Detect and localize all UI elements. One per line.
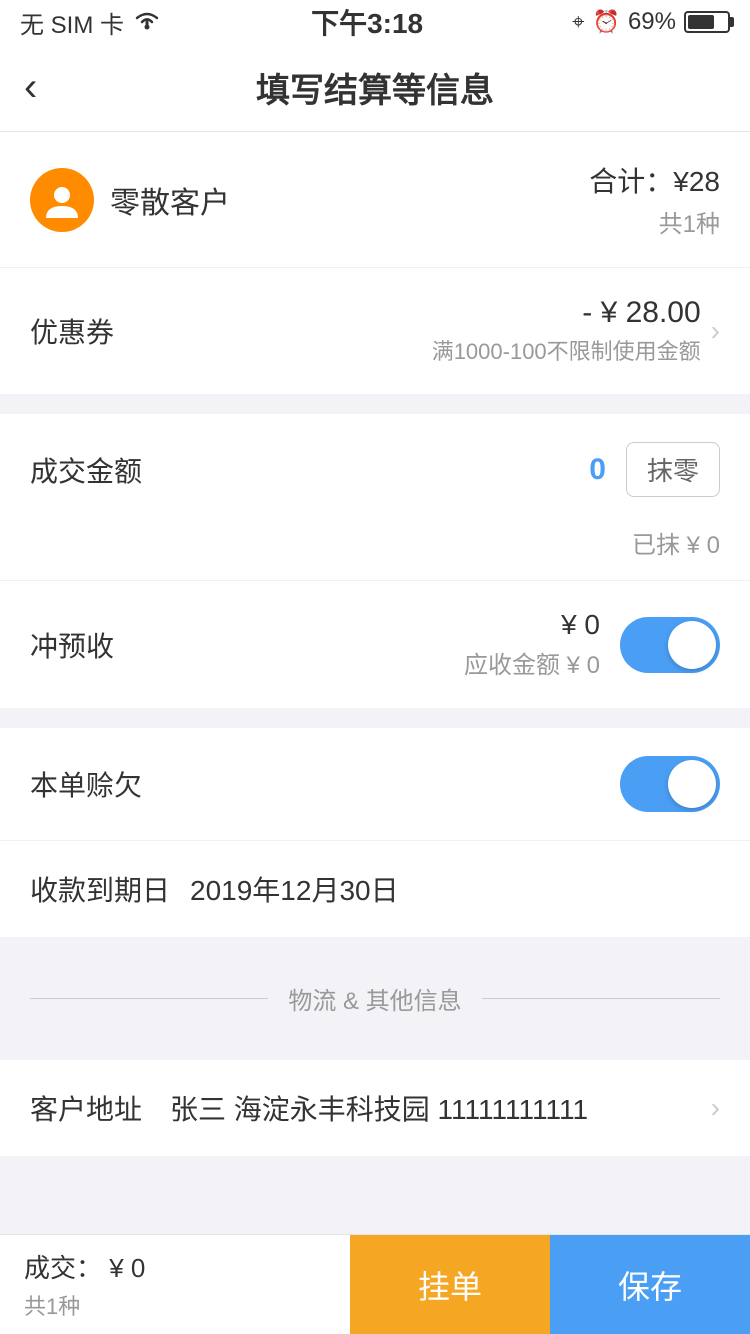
transaction-amount-row: 成交金额 0 抹零 xyxy=(0,414,750,525)
customer-right: 合计：¥28 共1种 xyxy=(589,160,720,239)
bottom-summary-count: 共1种 xyxy=(24,1289,326,1321)
due-date-value: 2019年12月30日 xyxy=(190,869,399,909)
round-off-button[interactable]: 抹零 xyxy=(626,442,720,497)
prepay-value-section: ¥ 0 应收金额 ¥ 0 xyxy=(464,609,600,680)
bottom-summary-amount: 成交： ¥ 0 xyxy=(24,1248,326,1285)
prepay-sub: 应收金额 ¥ 0 xyxy=(464,645,600,680)
transaction-sub: 已抹 ¥ 0 xyxy=(0,525,750,580)
nav-bar: ‹ 填写结算等信息 xyxy=(0,44,750,132)
due-date-row: 收款到期日 2019年12月30日 xyxy=(0,840,750,937)
prepay-label: 冲预收 xyxy=(30,625,114,665)
address-card: 客户地址 张三 海淀永丰科技园 11111111111 › xyxy=(0,1060,750,1156)
customer-count: 共1种 xyxy=(589,204,720,239)
logistics-text: 物流 & 其他信息 xyxy=(268,981,481,1016)
status-right: ⌖ ⏰ 69% xyxy=(572,8,730,36)
prepay-value: ¥ 0 xyxy=(464,609,600,641)
status-bar: 无 SIM 卡 下午3:18 ⌖ ⏰ 69% xyxy=(0,0,750,44)
coupon-value-section: - ¥ 28.00 满1000-100不限制使用金额 xyxy=(432,296,701,366)
customer-left: 零散客户 xyxy=(30,168,230,232)
coupon-row[interactable]: 优惠券 - ¥ 28.00 满1000-100不限制使用金额 › xyxy=(0,267,750,394)
prepay-row: 冲预收 ¥ 0 应收金额 ¥ 0 xyxy=(0,580,750,708)
content: 零散客户 合计：¥28 共1种 优惠券 - ¥ 28.00 满1000-100不… xyxy=(0,132,750,1296)
address-row[interactable]: 客户地址 张三 海淀永丰科技园 11111111111 › xyxy=(0,1060,750,1156)
back-button[interactable]: ‹ xyxy=(24,65,37,110)
coupon-chevron-icon: › xyxy=(711,315,720,347)
status-time: 下午3:18 xyxy=(311,2,423,42)
alarm-icon: ⏰ xyxy=(593,9,620,35)
transaction-right: 0 抹零 xyxy=(589,442,720,497)
address-label: 客户地址 xyxy=(30,1088,150,1128)
bottom-bar: 成交： ¥ 0 共1种 挂单 保存 xyxy=(0,1234,750,1334)
customer-row: 零散客户 合计：¥28 共1种 xyxy=(0,132,750,267)
address-chevron-icon: › xyxy=(711,1092,720,1124)
back-icon: ‹ xyxy=(24,65,37,109)
hold-button[interactable]: 挂单 xyxy=(350,1235,550,1334)
transaction-card: 成交金额 0 抹零 已抹 ¥ 0 冲预收 ¥ 0 应收金额 ¥ 0 xyxy=(0,414,750,708)
battery-percent: 69% xyxy=(628,8,676,36)
coupon-label: 优惠券 xyxy=(30,311,114,351)
wifi-icon xyxy=(132,8,162,37)
debt-row: 本单赊欠 xyxy=(0,728,750,840)
location-icon: ⌖ xyxy=(572,9,584,35)
address-value: 张三 海淀永丰科技园 11111111111 xyxy=(150,1088,711,1128)
debt-card: 本单赊欠 收款到期日 2019年12月30日 xyxy=(0,728,750,937)
logistics-line-left xyxy=(30,998,268,999)
transaction-value: 0 xyxy=(589,453,606,487)
coupon-right: - ¥ 28.00 满1000-100不限制使用金额 › xyxy=(432,296,720,366)
prepay-toggle[interactable] xyxy=(620,617,720,673)
battery-icon xyxy=(684,11,730,33)
user-icon xyxy=(42,180,82,220)
logistics-divider: 物流 & 其他信息 xyxy=(0,957,750,1040)
toggle-knob xyxy=(668,621,716,669)
customer-avatar xyxy=(30,168,94,232)
bottom-summary: 成交： ¥ 0 共1种 xyxy=(0,1235,350,1334)
transaction-label: 成交金额 xyxy=(30,450,142,490)
debt-label: 本单赊欠 xyxy=(30,764,142,804)
due-date-label: 收款到期日 xyxy=(30,869,170,909)
page-title: 填写结算等信息 xyxy=(256,63,494,112)
signal-text: 无 SIM 卡 xyxy=(20,5,124,40)
debt-toggle-knob xyxy=(668,760,716,808)
save-button[interactable]: 保存 xyxy=(550,1235,750,1334)
prepay-right: ¥ 0 应收金额 ¥ 0 xyxy=(464,609,720,680)
customer-total: 合计：¥28 xyxy=(589,160,720,200)
status-left: 无 SIM 卡 xyxy=(20,5,162,40)
logistics-line-right xyxy=(482,998,720,999)
customer-card: 零散客户 合计：¥28 共1种 优惠券 - ¥ 28.00 满1000-100不… xyxy=(0,132,750,394)
coupon-amount: - ¥ 28.00 xyxy=(432,296,701,330)
debt-toggle[interactable] xyxy=(620,756,720,812)
customer-name: 零散客户 xyxy=(110,178,230,222)
coupon-desc: 满1000-100不限制使用金额 xyxy=(432,334,701,366)
